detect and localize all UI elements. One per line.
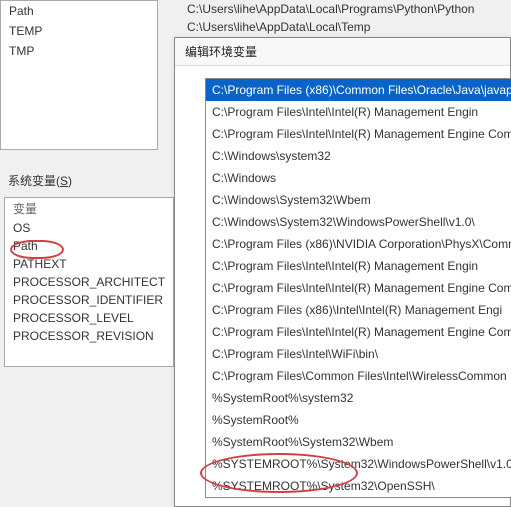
list-item[interactable]: TMP <box>1 41 157 61</box>
list-item[interactable]: PROCESSOR_REVISION <box>5 327 173 345</box>
list-item[interactable]: PROCESSOR_ARCHITECT <box>5 273 173 291</box>
value-line: C:\Users\lihe\AppData\Local\Temp <box>187 18 511 36</box>
list-item[interactable]: TEMP <box>1 21 157 41</box>
path-item[interactable]: C:\Program Files\Intel\WiFi\bin\ <box>206 343 511 365</box>
path-item[interactable]: C:\Program Files (x86)\Intel\Intel(R) Ma… <box>206 299 511 321</box>
path-item[interactable]: %SystemRoot%\system32 <box>206 387 511 409</box>
user-var-values: C:\Users\lihe\AppData\Local\Programs\Pyt… <box>187 0 511 36</box>
user-vars-list[interactable]: Path TEMP TMP <box>0 0 158 150</box>
path-item[interactable]: %JAVA_HOME%\bin <box>206 497 511 498</box>
path-item[interactable]: %SystemRoot% <box>206 409 511 431</box>
path-item[interactable]: %SystemRoot%\System32\Wbem <box>206 431 511 453</box>
path-item[interactable]: C:\Program Files\Intel\Intel(R) Manageme… <box>206 101 511 123</box>
edit-env-dialog: 编辑环境变量 C:\Program Files (x86)\Common Fil… <box>174 37 511 507</box>
path-item[interactable]: C:\Windows\system32 <box>206 145 511 167</box>
path-item[interactable]: C:\Windows\System32\WindowsPowerShell\v1… <box>206 211 511 233</box>
list-item[interactable]: PROCESSOR_IDENTIFIER <box>5 291 173 309</box>
list-item[interactable]: PATHEXT <box>5 255 173 273</box>
path-item[interactable]: C:\Windows\System32\Wbem <box>206 189 511 211</box>
path-item[interactable]: %SYSTEMROOT%\System32\WindowsPowerShell\… <box>206 453 511 475</box>
system-vars-label: 系统变量(S) <box>4 170 174 191</box>
path-item[interactable]: C:\Program Files\Common Files\Intel\Wire… <box>206 365 511 387</box>
label-suffix: ) <box>68 174 72 188</box>
label-prefix: 系统变量( <box>8 174 60 188</box>
path-item[interactable]: C:\Program Files\Intel\Intel(R) Manageme… <box>206 255 511 277</box>
path-item[interactable]: C:\Windows <box>206 167 511 189</box>
list-item[interactable]: Path <box>5 237 173 255</box>
list-item[interactable]: Path <box>1 1 157 21</box>
list-item[interactable]: PROCESSOR_LEVEL <box>5 309 173 327</box>
column-header: 变量 <box>5 198 173 219</box>
path-item[interactable]: C:\Program Files (x86)\Common Files\Orac… <box>206 79 511 101</box>
label-hotkey: S <box>60 174 68 188</box>
list-item[interactable]: OS <box>5 219 173 237</box>
path-item[interactable]: C:\Program Files\Intel\Intel(R) Manageme… <box>206 277 511 299</box>
system-vars-list[interactable]: 变量 OS Path PATHEXT PROCESSOR_ARCHITECT P… <box>4 197 174 367</box>
path-list[interactable]: C:\Program Files (x86)\Common Files\Orac… <box>205 78 511 498</box>
value-line: C:\Users\lihe\AppData\Local\Programs\Pyt… <box>187 0 511 18</box>
path-item[interactable]: C:\Program Files (x86)\NVIDIA Corporatio… <box>206 233 511 255</box>
dialog-title[interactable]: 编辑环境变量 <box>175 38 510 66</box>
path-item[interactable]: C:\Program Files\Intel\Intel(R) Manageme… <box>206 123 511 145</box>
path-item[interactable]: %SYSTEMROOT%\System32\OpenSSH\ <box>206 475 511 497</box>
path-item[interactable]: C:\Program Files\Intel\Intel(R) Manageme… <box>206 321 511 343</box>
system-vars-group: 系统变量(S) 变量 OS Path PATHEXT PROCESSOR_ARC… <box>4 170 174 367</box>
